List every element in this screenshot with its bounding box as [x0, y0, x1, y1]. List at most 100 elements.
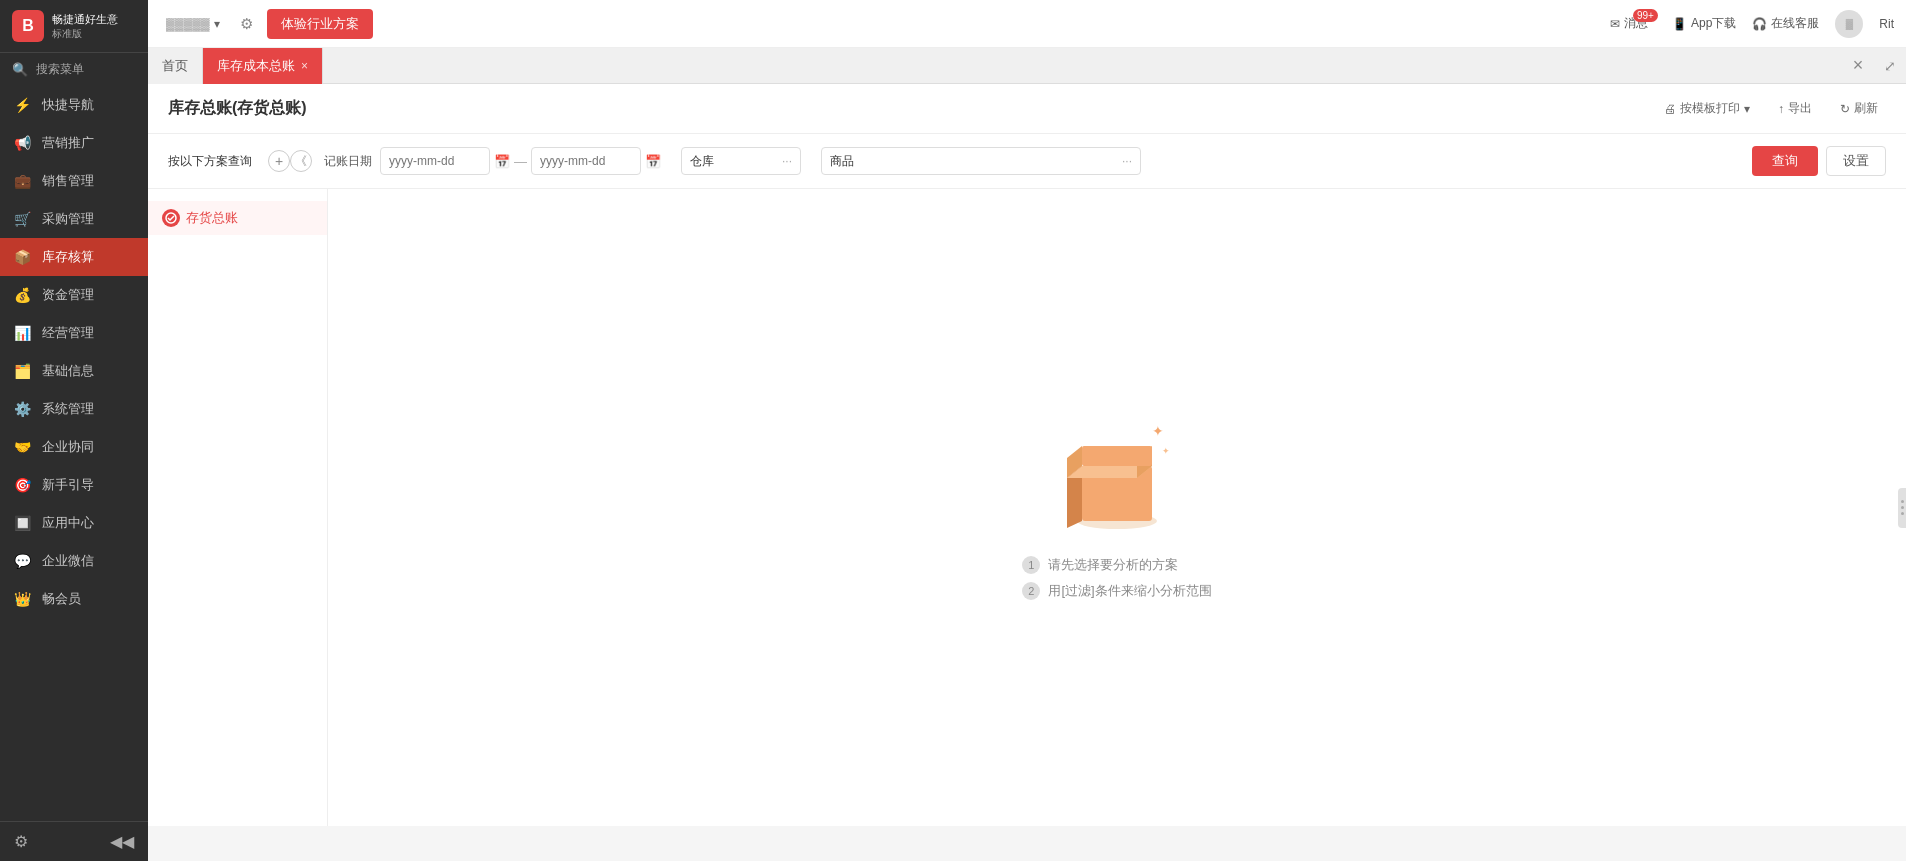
guide-icon: 🎯	[12, 477, 32, 493]
goods-more-icon: ···	[1122, 154, 1132, 168]
svg-text:✦: ✦	[1152, 423, 1164, 439]
warehouse-label: 仓库	[690, 153, 778, 170]
resize-panel-button[interactable]: ⤢	[1874, 50, 1906, 82]
settings-button[interactable]: 设置	[1826, 146, 1886, 176]
purchase-icon: 🛒	[12, 211, 32, 227]
empty-tip-1: 1 请先选择要分析的方案	[1022, 556, 1211, 574]
sidebar-item-finance[interactable]: 💰 资金管理	[0, 276, 148, 314]
sidebar-item-member[interactable]: 👑 畅会员	[0, 580, 148, 618]
close-panel-button[interactable]: ×	[1842, 50, 1874, 82]
date-start-input[interactable]	[380, 147, 490, 175]
app-download-item[interactable]: 📱 App下载	[1672, 15, 1736, 32]
online-service-item[interactable]: 🎧 在线客服	[1752, 15, 1819, 32]
app-logo: B 畅捷通好生意 标准版	[0, 0, 148, 53]
empty-tips: 1 请先选择要分析的方案 2 用[过滤]条件来缩小分析范围	[1022, 556, 1211, 600]
scheme-item-icon	[162, 209, 180, 227]
apps-icon: 🔲	[12, 515, 32, 531]
sidebar-item-wechat[interactable]: 💬 企业微信	[0, 542, 148, 580]
filter-area: 按以下方案查询 + 《 记账日期 📅 — 📅 仓库 ··· 商品	[148, 134, 1906, 189]
sidebar-item-basic[interactable]: 🗂️ 基础信息	[0, 352, 148, 390]
sales-icon: 💼	[12, 173, 32, 189]
sidebar-item-apps[interactable]: 🔲 应用中心	[0, 504, 148, 542]
topbar: ▓▓▓▓▓ ▾ ⚙ 体验行业方案 ✉ 消息 99+ 📱 App下载 🎧 在线客服…	[148, 0, 1906, 48]
topbar-dropdown[interactable]: ▓▓▓▓▓ ▾	[160, 13, 226, 35]
goods-select[interactable]: 商品 ···	[821, 147, 1141, 175]
sidebar-item-guide[interactable]: 🎯 新手引导	[0, 466, 148, 504]
page-header: 库存总账(存货总账) 🖨 按模板打印 ▾ ↑ 导出 ↻ 刷新	[148, 84, 1906, 134]
content-area: 库存总账(存货总账) 🖨 按模板打印 ▾ ↑ 导出 ↻ 刷新 按以下方案查询	[148, 84, 1906, 861]
app-name-text: 畅捷通好生意 标准版	[52, 12, 118, 39]
messages-item[interactable]: ✉ 消息 99+	[1610, 15, 1648, 32]
empty-illustration: ✦ ✦	[1057, 416, 1177, 536]
industry-solution-button[interactable]: 体验行业方案	[267, 9, 373, 39]
page-actions: 🖨 按模板打印 ▾ ↑ 导出 ↻ 刷新	[1656, 96, 1886, 121]
filter-add-button[interactable]: +	[268, 150, 290, 172]
empty-tip-2: 2 用[过滤]条件来缩小分析范围	[1022, 582, 1211, 600]
basic-icon: 🗂️	[12, 363, 32, 379]
calendar-end-icon[interactable]: 📅	[645, 154, 661, 169]
resize-dots	[1901, 500, 1904, 515]
settings-footer-icon[interactable]: ⚙	[14, 832, 28, 851]
scheme-item-inventory-ledger[interactable]: 存货总账	[148, 201, 327, 235]
sidebar-search[interactable]: 🔍 搜索菜单	[0, 53, 148, 86]
tip-number-2: 2	[1022, 582, 1040, 600]
phone-icon: 📱	[1672, 17, 1687, 31]
svg-rect-3	[1082, 446, 1152, 466]
refresh-icon: ↻	[1840, 102, 1850, 116]
refresh-button[interactable]: ↻ 刷新	[1832, 96, 1886, 121]
empty-state: ✦ ✦ 1 请先选择要分析的方案 2 用[过滤]条件来缩小分析范围	[1022, 416, 1211, 600]
quick-nav-icon: ⚡	[12, 97, 32, 113]
warehouse-select[interactable]: 仓库 ···	[681, 147, 801, 175]
tab-home[interactable]: 首页	[148, 48, 203, 84]
marketing-icon: 📢	[12, 135, 32, 151]
date-separator: —	[514, 154, 527, 169]
finance-icon: 💰	[12, 287, 32, 303]
date-end-input[interactable]	[531, 147, 641, 175]
query-button[interactable]: 查询	[1752, 146, 1818, 176]
sidebar-item-system[interactable]: ⚙️ 系统管理	[0, 390, 148, 428]
filter-label: 按以下方案查询	[168, 153, 252, 170]
print-template-button[interactable]: 🖨 按模板打印 ▾	[1656, 96, 1758, 121]
headset-icon: 🎧	[1752, 17, 1767, 31]
filter-controls: 记账日期 📅 — 📅 仓库 ··· 商品 ···	[324, 147, 1752, 175]
filter-right-actions: 查询 设置	[1752, 146, 1886, 176]
sidebar-item-operation[interactable]: 📊 经营管理	[0, 314, 148, 352]
chevron-down-icon: ▾	[214, 17, 220, 31]
export-icon: ↑	[1778, 102, 1784, 116]
enterprise-icon: 🤝	[12, 439, 32, 455]
sidebar-item-sales[interactable]: 💼 销售管理	[0, 162, 148, 200]
sidebar-item-marketing[interactable]: 📢 营销推广	[0, 124, 148, 162]
page-title: 库存总账(存货总账)	[168, 98, 307, 119]
collapse-icon[interactable]: ◀◀	[110, 832, 134, 851]
topbar-right: ✉ 消息 99+ 📱 App下载 🎧 在线客服 ▓ Rit	[1610, 10, 1894, 38]
search-icon: 🔍	[12, 62, 28, 77]
resize-handle[interactable]	[1898, 488, 1906, 528]
sidebar-item-inventory[interactable]: 📦 库存核算	[0, 238, 148, 276]
svg-text:✦: ✦	[1162, 446, 1170, 456]
date-field-label: 记账日期	[324, 153, 372, 170]
export-button[interactable]: ↑ 导出	[1770, 96, 1820, 121]
calendar-start-icon[interactable]: 📅	[494, 154, 510, 169]
sidebar-item-enterprise[interactable]: 🤝 企业协同	[0, 428, 148, 466]
warehouse-more-icon: ···	[782, 154, 792, 168]
topbar-left: ▓▓▓▓▓ ▾ ⚙ 体验行业方案	[160, 9, 373, 39]
tabbar: 首页 库存成本总账 × × ⤢	[148, 48, 1906, 84]
data-area: ✦ ✦ 1 请先选择要分析的方案 2 用[过滤]条件来缩小分析范围	[328, 189, 1906, 826]
scheme-sidebar: 存货总账	[148, 189, 328, 826]
sidebar-item-purchase[interactable]: 🛒 采购管理	[0, 200, 148, 238]
message-badge: 99+	[1633, 9, 1658, 22]
tab-inventory-ledger[interactable]: 库存成本总账 ×	[203, 48, 323, 84]
print-dropdown-icon: ▾	[1744, 102, 1750, 116]
topbar-gear-icon[interactable]: ⚙	[234, 11, 259, 37]
date-range-field: 📅 — 📅	[380, 147, 661, 175]
dropdown-current-text: ▓▓▓▓▓	[166, 17, 210, 31]
system-icon: ⚙️	[12, 401, 32, 417]
tip-number-1: 1	[1022, 556, 1040, 574]
sidebar: B 畅捷通好生意 标准版 🔍 搜索菜单 ⚡ 快捷导航 📢 营销推广 💼 销售管理…	[0, 0, 148, 861]
username-label[interactable]: Rit	[1879, 17, 1894, 31]
main-area: ▓▓▓▓▓ ▾ ⚙ 体验行业方案 ✉ 消息 99+ 📱 App下载 🎧 在线客服…	[148, 0, 1906, 861]
filter-collapse-button[interactable]: 《	[290, 150, 312, 172]
tab-close-icon[interactable]: ×	[301, 59, 308, 73]
sidebar-item-quick-nav[interactable]: ⚡ 快捷导航	[0, 86, 148, 124]
user-avatar[interactable]: ▓	[1835, 10, 1863, 38]
